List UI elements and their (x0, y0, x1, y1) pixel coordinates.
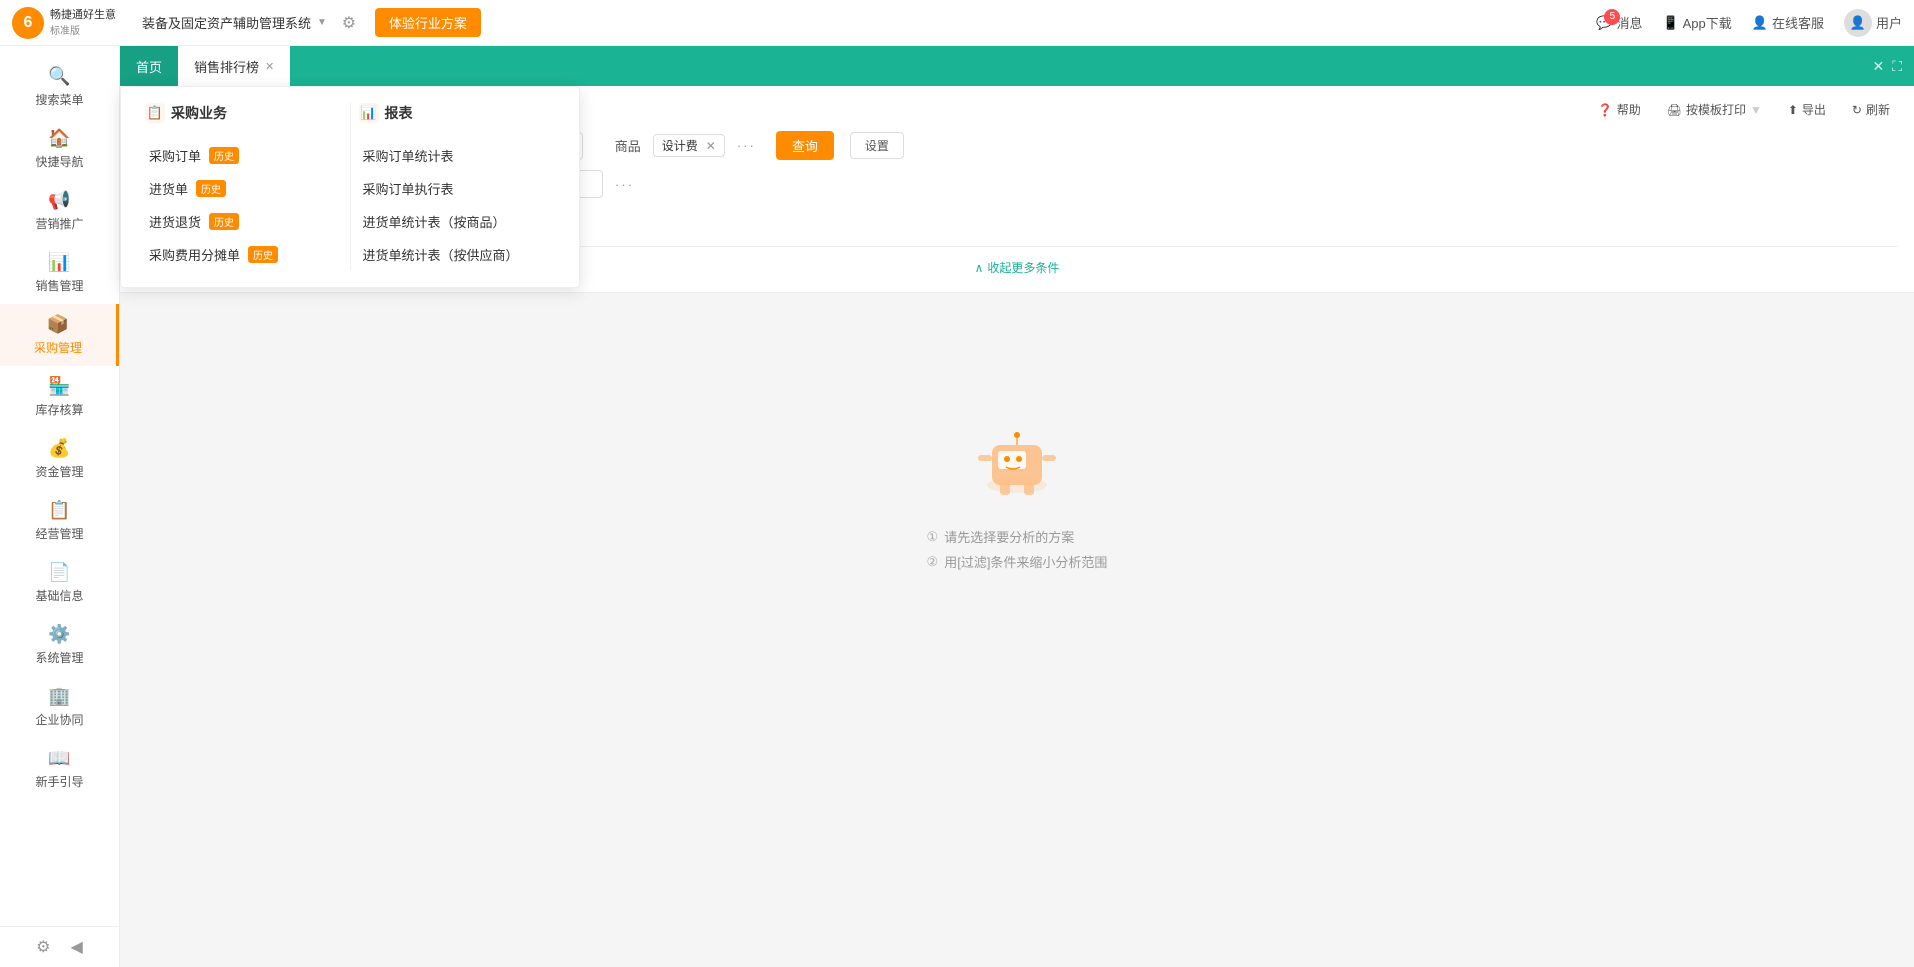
sidebar-item-operations[interactable]: 📋 经营管理 (0, 490, 119, 552)
goods-tag-close[interactable]: ✕ (706, 139, 716, 153)
settings-icon[interactable]: ⚙ (335, 9, 363, 37)
user-avatar: 👤 (1844, 9, 1872, 37)
dropdown-col-procurement: 📋 采购业务 采购订单 历史 进货单 历史 进货退货 历史 采购费用分摊单 历史 (137, 103, 350, 271)
history-badge-1: 历史 (196, 180, 226, 197)
dropdown-item-purchase-stat[interactable]: 采购订单统计表 (359, 139, 556, 172)
refresh-btn[interactable]: ↻ 刷新 (1844, 98, 1898, 121)
sidebar-item-procurement[interactable]: 📦 采购管理 (0, 304, 119, 366)
sidebar-bottom: ⚙ ◀ (0, 926, 119, 967)
settings-filter-btn[interactable]: 设置 (850, 132, 904, 159)
help-btn[interactable]: ❓ 帮助 (1590, 98, 1649, 121)
refresh-icon: ↻ (1852, 103, 1862, 117)
messages-btn[interactable]: 💬 5 消息 (1596, 13, 1642, 32)
empty-state: ① 请先选择要分析的方案 ② 用[过滤]条件来缩小分析范围 (120, 293, 1914, 693)
export-icon: ⬆ (1788, 103, 1798, 117)
user-btn[interactable]: 👤 用户 (1844, 9, 1902, 37)
goods-more-dots[interactable]: ··· (737, 138, 756, 153)
home-icon: 🏠 (48, 128, 70, 149)
operations-icon: 📋 (48, 500, 70, 521)
procurement-icon: 📦 (47, 314, 69, 335)
sidebar-item-marketing[interactable]: 📢 营销推广 (0, 180, 119, 242)
tab-bar-actions: ✕ ⛶ (1872, 58, 1914, 75)
sidebar-item-system[interactable]: ⚙️ 系统管理 (0, 614, 119, 676)
goods-tag: 设计费 ✕ (653, 134, 725, 157)
dropdown-item-inbound-goods[interactable]: 进货单统计表（按商品） (359, 205, 556, 238)
print-icon: 🖨 (1667, 103, 1682, 117)
guide-icon: 📖 (48, 748, 70, 769)
tab-close-all-icon[interactable]: ✕ (1872, 58, 1884, 75)
empty-hint-1: 请先选择要分析的方案 (944, 527, 1074, 546)
dropdown-col-procurement-title: 📋 采购业务 (145, 103, 342, 129)
sidebar-item-guide[interactable]: 📖 新手引导 (0, 738, 119, 800)
dropdown-item-inbound[interactable]: 进货单 历史 (145, 172, 342, 205)
sidebar-item-enterprise[interactable]: 🏢 企业协同 (0, 676, 119, 738)
dropdown-col-reports: 📊 报表 采购订单统计表 采购订单执行表 进货单统计表（按商品） 进货单统计表（… (350, 103, 564, 271)
sidebar-item-quick-nav[interactable]: 🏠 快捷导航 (0, 118, 119, 180)
industry-btn[interactable]: 体验行业方案 (375, 8, 481, 37)
reports-title-icon: 📊 (359, 103, 379, 123)
system-icon: ⚙️ (48, 624, 70, 645)
tab-ranking[interactable]: 销售排行榜 ✕ (178, 46, 290, 86)
procurement-title-icon: 📋 (145, 103, 165, 123)
collapse-btn[interactable]: ∧ 收起更多条件 (963, 255, 1072, 280)
finance-icon: 💰 (48, 438, 70, 459)
notification-badge: 5 (1604, 9, 1620, 25)
tab-maximize-icon[interactable]: ⛶ (1892, 58, 1902, 75)
dropdown-item-cost[interactable]: 采购费用分摊单 历史 (145, 238, 342, 271)
help-icon: ❓ (1598, 103, 1613, 117)
logo-icon: 6 (12, 7, 44, 39)
history-badge-0: 历史 (209, 147, 239, 164)
dropdown-menu: 📋 采购业务 采购订单 历史 进货单 历史 进货退货 历史 采购费用分摊单 历史… (120, 86, 580, 288)
dropdown-col-reports-title: 📊 报表 (359, 103, 556, 129)
sidebar-collapse-icon[interactable]: ◀ (71, 937, 83, 957)
header-right: 💬 5 消息 📱 App下载 👤 在线客服 👤 用户 (1596, 9, 1902, 37)
sales-icon: 📊 (48, 252, 70, 273)
history-badge-2: 历史 (209, 213, 239, 230)
notification-icon: 💬 5 (1596, 15, 1612, 31)
sidebar-item-sales[interactable]: 📊 销售管理 (0, 242, 119, 304)
marketing-icon: 📢 (48, 190, 70, 211)
system-dropdown-arrow: ▼ (317, 17, 327, 28)
print-arrow-icon: ▼ (1750, 103, 1762, 117)
search-icon: 🔍 (48, 66, 70, 87)
history-badge-3: 历史 (248, 246, 278, 263)
export-btn[interactable]: ⬆ 导出 (1780, 98, 1834, 121)
app-download-btn[interactable]: 📱 App下载 (1662, 13, 1731, 32)
enterprise-icon: 🏢 (48, 686, 70, 707)
system-name[interactable]: 装备及固定资产辅助管理系统 ▼ (142, 13, 327, 32)
sidebar-item-basic-info[interactable]: 📄 基础信息 (0, 552, 119, 614)
basic-info-icon: 📄 (48, 562, 70, 583)
dropdown-item-purchase-order[interactable]: 采购订单 历史 (145, 139, 342, 172)
empty-hint-2: 用[过滤]条件来缩小分析范围 (944, 552, 1107, 571)
empty-illustration (962, 415, 1072, 515)
sidebar: 🔍 搜索菜单 🏠 快捷导航 📢 营销推广 📊 销售管理 📦 采购管理 🏪 库存核… (0, 46, 120, 967)
sidebar-item-inventory[interactable]: 🏪 库存核算 (0, 366, 119, 428)
sidebar-item-search[interactable]: 🔍 搜索菜单 (0, 56, 119, 118)
sidebar-item-finance[interactable]: 💰 资金管理 (0, 428, 119, 490)
sidebar-settings-icon[interactable]: ⚙ (36, 937, 50, 957)
dropdown-item-purchase-exec[interactable]: 采购订单执行表 (359, 172, 556, 205)
print-btn[interactable]: 🖨 按模板打印 ▼ (1659, 98, 1770, 121)
top-header: 6 畅捷通好生意 标准版 装备及固定资产辅助管理系统 ▼ ⚙ 体验行业方案 💬 … (0, 0, 1914, 46)
tab-home[interactable]: 首页 (120, 46, 178, 86)
collapse-icon: ∧ (975, 261, 984, 275)
dropdown-item-inbound-supplier[interactable]: 进货单统计表（按供应商） (359, 238, 556, 271)
salesperson-more-dots[interactable]: ··· (615, 177, 634, 192)
online-service-btn[interactable]: 👤 在线客服 (1752, 13, 1824, 32)
tab-bar: 首页 销售排行榜 ✕ ✕ ⛶ (120, 46, 1914, 86)
query-btn[interactable]: 查询 (776, 131, 834, 160)
logo-text: 畅捷通好生意 (50, 8, 116, 22)
logo-area: 6 畅捷通好生意 标准版 (12, 7, 132, 39)
dropdown-item-return[interactable]: 进货退货 历史 (145, 205, 342, 238)
tab-close-icon[interactable]: ✕ (265, 60, 274, 73)
inventory-icon: 🏪 (48, 376, 70, 397)
logo-badge: 标准版 (50, 22, 116, 37)
